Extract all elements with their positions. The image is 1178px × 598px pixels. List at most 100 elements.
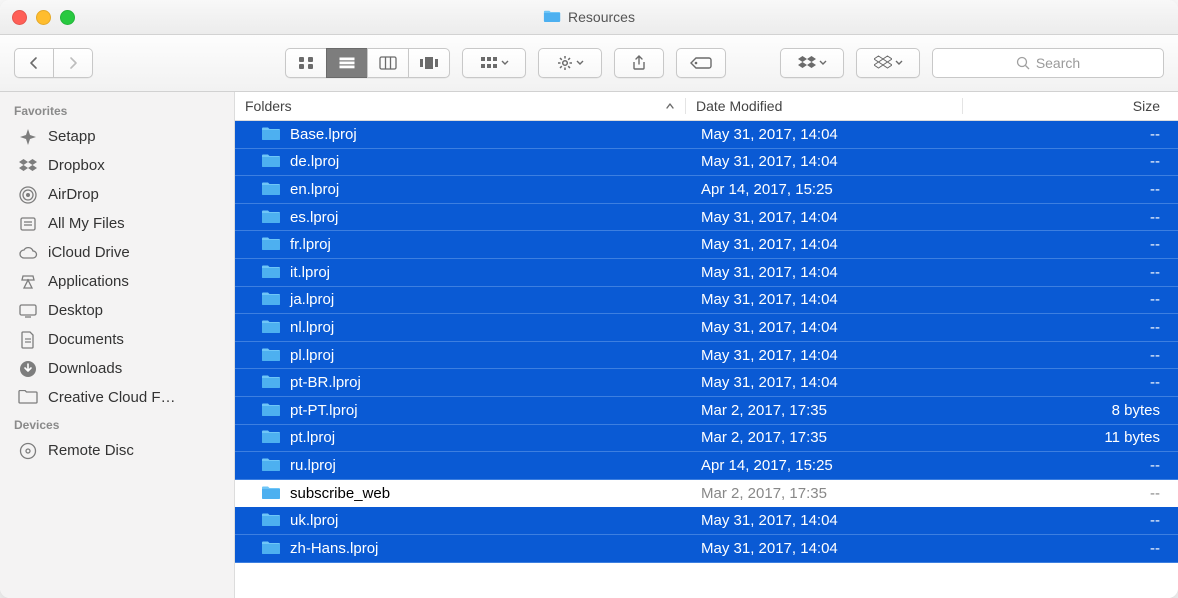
window-title: Resources	[543, 9, 635, 25]
sidebar-item-airdrop[interactable]: AirDrop	[0, 180, 234, 209]
sidebar-item-dropbox[interactable]: Dropbox	[0, 151, 234, 180]
folder-icon	[261, 541, 281, 556]
folder-icon	[261, 375, 281, 390]
file-size: 8 bytes	[967, 402, 1178, 419]
file-row[interactable]: pt-PT.lprojMar 2, 2017, 17:358 bytes	[235, 397, 1178, 425]
folder-icon	[543, 10, 561, 24]
file-size: --	[967, 485, 1178, 502]
file-date: May 31, 2017, 14:04	[691, 291, 967, 308]
folder-icon	[261, 265, 281, 280]
file-name: subscribe_web	[290, 485, 390, 502]
file-row[interactable]: nl.lprojMay 31, 2017, 14:04--	[235, 314, 1178, 342]
sidebar-item-label: Creative Cloud F…	[48, 389, 176, 406]
sidebar-item-applications[interactable]: Applications	[0, 267, 234, 296]
file-name: ja.lproj	[290, 291, 334, 308]
file-row[interactable]: pt.lprojMar 2, 2017, 17:3511 bytes	[235, 425, 1178, 453]
file-date: May 31, 2017, 14:04	[691, 540, 967, 557]
arrange-icon	[480, 56, 498, 70]
file-row[interactable]: en.lprojApr 14, 2017, 15:25--	[235, 176, 1178, 204]
view-mode-group	[285, 48, 450, 78]
folder-icon	[261, 348, 281, 363]
sidebar-item-icloud-drive[interactable]: iCloud Drive	[0, 238, 234, 267]
disc-icon	[18, 441, 38, 461]
dropbox-toolbar-button-2[interactable]	[856, 48, 920, 78]
forward-button[interactable]	[54, 48, 93, 78]
coverflow-icon	[419, 56, 439, 70]
minimize-window-button[interactable]	[36, 10, 51, 25]
file-row[interactable]: pl.lprojMay 31, 2017, 14:04--	[235, 342, 1178, 370]
share-button[interactable]	[614, 48, 664, 78]
file-row[interactable]: Base.lprojMay 31, 2017, 14:04--	[235, 121, 1178, 149]
file-date: May 31, 2017, 14:04	[691, 319, 967, 336]
window-title-text: Resources	[568, 9, 635, 25]
file-row[interactable]: es.lprojMay 31, 2017, 14:04--	[235, 204, 1178, 232]
column-header-date[interactable]: Date Modified	[686, 98, 963, 114]
list-view-button[interactable]	[326, 48, 367, 78]
folder-icon	[261, 486, 281, 501]
folder-icon	[261, 458, 281, 473]
sidebar-section-header: Devices	[0, 412, 234, 436]
file-size: --	[967, 540, 1178, 557]
column-header-size[interactable]: Size	[963, 98, 1178, 114]
file-row[interactable]: fr.lprojMay 31, 2017, 14:04--	[235, 231, 1178, 259]
sidebar-item-label: Remote Disc	[48, 442, 134, 459]
grid-icon	[298, 56, 314, 70]
file-name: de.lproj	[290, 153, 339, 170]
folder-icon	[261, 154, 281, 169]
folder-icon	[261, 182, 281, 197]
file-row[interactable]: uk.lprojMay 31, 2017, 14:04--	[235, 507, 1178, 535]
coverflow-view-button[interactable]	[408, 48, 450, 78]
sidebar-item-downloads[interactable]: Downloads	[0, 354, 234, 383]
file-size: --	[967, 512, 1178, 529]
columns-icon	[379, 56, 397, 70]
column-header-date-label: Date Modified	[696, 98, 782, 114]
file-row[interactable]: pt-BR.lprojMay 31, 2017, 14:04--	[235, 369, 1178, 397]
downloads-icon	[18, 359, 38, 379]
nav-buttons	[14, 48, 93, 78]
back-button[interactable]	[14, 48, 54, 78]
file-name: pt.lproj	[290, 429, 335, 446]
file-name: pl.lproj	[290, 347, 334, 364]
list-icon	[339, 56, 355, 70]
finder-window: Resources	[0, 0, 1178, 598]
all-my-files-icon	[18, 214, 38, 234]
chevron-down-icon	[895, 60, 903, 66]
sidebar-item-label: Applications	[48, 273, 129, 290]
column-view-button[interactable]	[367, 48, 408, 78]
tag-icon	[690, 56, 712, 70]
file-row[interactable]: subscribe_webMar 2, 2017, 17:35--	[235, 480, 1178, 508]
tags-button[interactable]	[676, 48, 726, 78]
file-row[interactable]: de.lproj May 31, 2017, 14:04--	[235, 149, 1178, 177]
sidebar-item-desktop[interactable]: Desktop	[0, 296, 234, 325]
dropbox-toolbar-button-1[interactable]	[780, 48, 844, 78]
file-row[interactable]: zh-Hans.lprojMay 31, 2017, 14:04--	[235, 535, 1178, 563]
zoom-window-button[interactable]	[60, 10, 75, 25]
file-row[interactable]: it.lprojMay 31, 2017, 14:04--	[235, 259, 1178, 287]
file-name: ru.lproj	[290, 457, 336, 474]
folder-icon	[261, 210, 281, 225]
file-size: --	[967, 153, 1178, 170]
file-name: Base.lproj	[290, 126, 357, 143]
sidebar-item-creative-cloud-f-[interactable]: Creative Cloud F…	[0, 383, 234, 412]
folder-icon	[261, 430, 281, 445]
file-size: --	[967, 209, 1178, 226]
sidebar-item-all-my-files[interactable]: All My Files	[0, 209, 234, 238]
file-row[interactable]: ja.lprojMay 31, 2017, 14:04--	[235, 287, 1178, 315]
sidebar-item-remote-disc[interactable]: Remote Disc	[0, 436, 234, 465]
action-button[interactable]	[538, 48, 602, 78]
file-listing: Folders Date Modified Size Base.lprojMay…	[235, 92, 1178, 598]
titlebar[interactable]: Resources	[0, 0, 1178, 35]
column-header-folders[interactable]: Folders	[235, 98, 686, 114]
close-window-button[interactable]	[12, 10, 27, 25]
folder-icon	[261, 127, 281, 142]
file-row[interactable]: ru.lprojApr 14, 2017, 15:25--	[235, 452, 1178, 480]
share-icon	[632, 55, 646, 71]
icon-view-button[interactable]	[285, 48, 326, 78]
column-header-folders-label: Folders	[245, 98, 292, 114]
file-date: May 31, 2017, 14:04	[691, 153, 967, 170]
sidebar-item-documents[interactable]: Documents	[0, 325, 234, 354]
sidebar-item-setapp[interactable]: Setapp	[0, 122, 234, 151]
search-field[interactable]: Search	[932, 48, 1164, 78]
file-size: --	[967, 457, 1178, 474]
arrange-button[interactable]	[462, 48, 526, 78]
